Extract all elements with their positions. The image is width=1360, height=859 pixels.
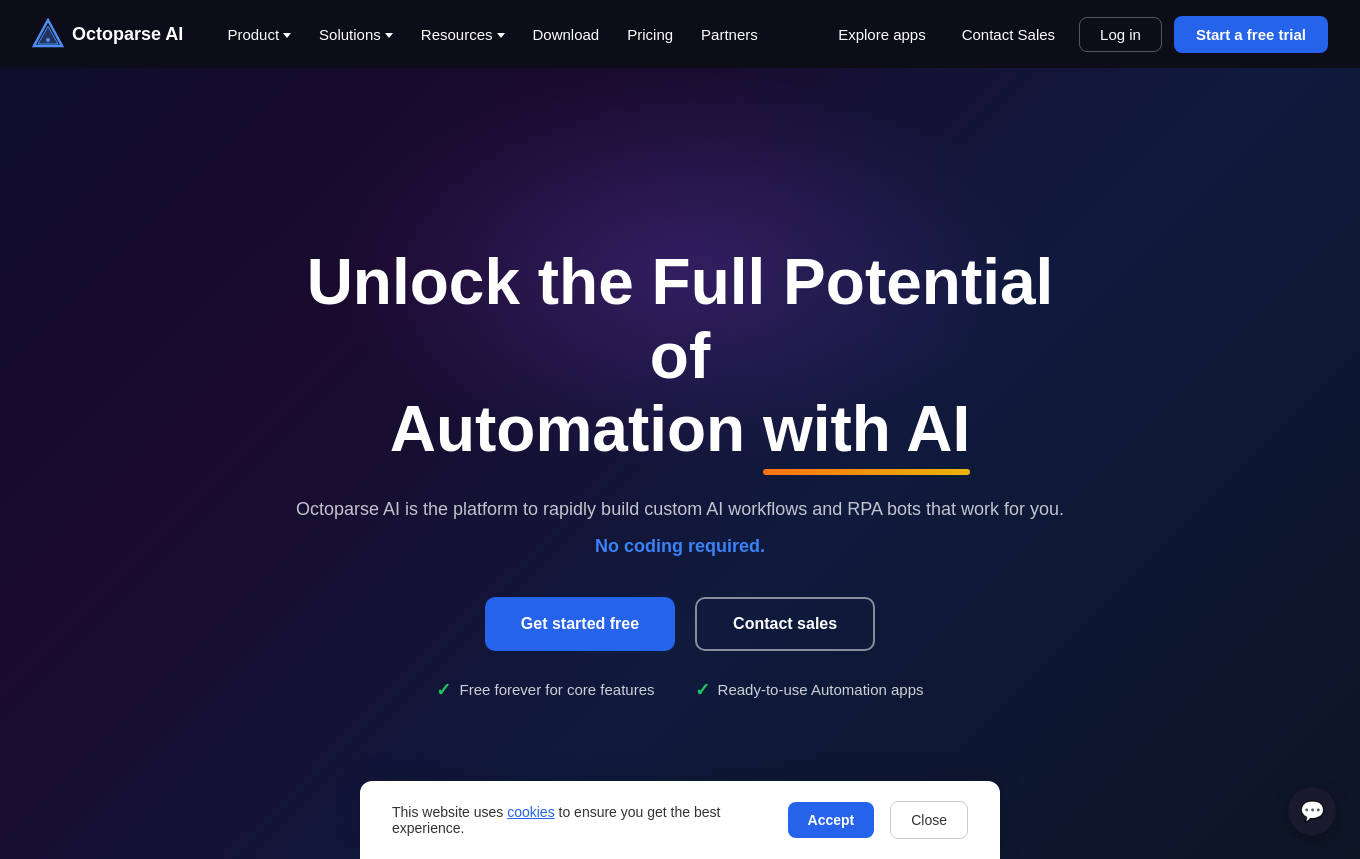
logo[interactable]: Octoparse AI — [32, 18, 183, 50]
logo-icon — [32, 18, 64, 50]
close-cookie-button[interactable]: Close — [890, 801, 968, 839]
nav-item-download[interactable]: Download — [521, 18, 612, 51]
check-icon-2: ✓ — [695, 679, 710, 701]
logo-text: Octoparse AI — [72, 24, 183, 45]
login-button[interactable]: Log in — [1079, 17, 1162, 52]
feature-item-2: ✓ Ready-to-use Automation apps — [695, 679, 924, 701]
chevron-down-icon — [385, 33, 393, 38]
check-icon-1: ✓ — [436, 679, 451, 701]
nav-links: Product Solutions Resources Download Pri… — [215, 18, 769, 51]
hero-bold: No coding required. — [290, 536, 1070, 557]
cookie-text: This website uses cookies to ensure you … — [392, 804, 772, 836]
navbar: Octoparse AI Product Solutions Resources… — [0, 0, 1360, 68]
accept-cookie-button[interactable]: Accept — [788, 802, 875, 838]
feature-item-1: ✓ Free forever for core features — [436, 679, 654, 701]
hero-features: ✓ Free forever for core features ✓ Ready… — [290, 679, 1070, 701]
svg-point-2 — [46, 38, 50, 42]
nav-left: Octoparse AI Product Solutions Resources… — [32, 18, 770, 51]
hero-section: Unlock the Full Potential of Automation … — [0, 0, 1360, 859]
hero-title: Unlock the Full Potential of Automation … — [290, 246, 1070, 467]
hero-subtitle: Octoparse AI is the platform to rapidly … — [290, 495, 1070, 524]
cookie-banner: This website uses cookies to ensure you … — [360, 781, 1000, 859]
chevron-down-icon — [283, 33, 291, 38]
start-trial-button[interactable]: Start a free trial — [1174, 16, 1328, 53]
chevron-down-icon — [497, 33, 505, 38]
nav-item-product[interactable]: Product — [215, 18, 303, 51]
hero-buttons: Get started free Contact sales — [290, 597, 1070, 651]
hero-content: Unlock the Full Potential of Automation … — [270, 186, 1090, 741]
nav-item-solutions[interactable]: Solutions — [307, 18, 405, 51]
get-started-button[interactable]: Get started free — [485, 597, 675, 651]
chat-icon: 💬 — [1300, 799, 1325, 823]
nav-item-pricing[interactable]: Pricing — [615, 18, 685, 51]
nav-right: Explore apps Contact Sales Log in Start … — [826, 16, 1328, 53]
cookies-link[interactable]: cookies — [507, 804, 554, 820]
contact-sales-button[interactable]: Contact sales — [695, 597, 875, 651]
nav-item-resources[interactable]: Resources — [409, 18, 517, 51]
chat-button[interactable]: 💬 — [1288, 787, 1336, 835]
contact-sales-link[interactable]: Contact Sales — [950, 18, 1067, 51]
hero-title-highlight: with AI — [763, 393, 970, 467]
nav-item-partners[interactable]: Partners — [689, 18, 770, 51]
explore-apps-link[interactable]: Explore apps — [826, 18, 938, 51]
